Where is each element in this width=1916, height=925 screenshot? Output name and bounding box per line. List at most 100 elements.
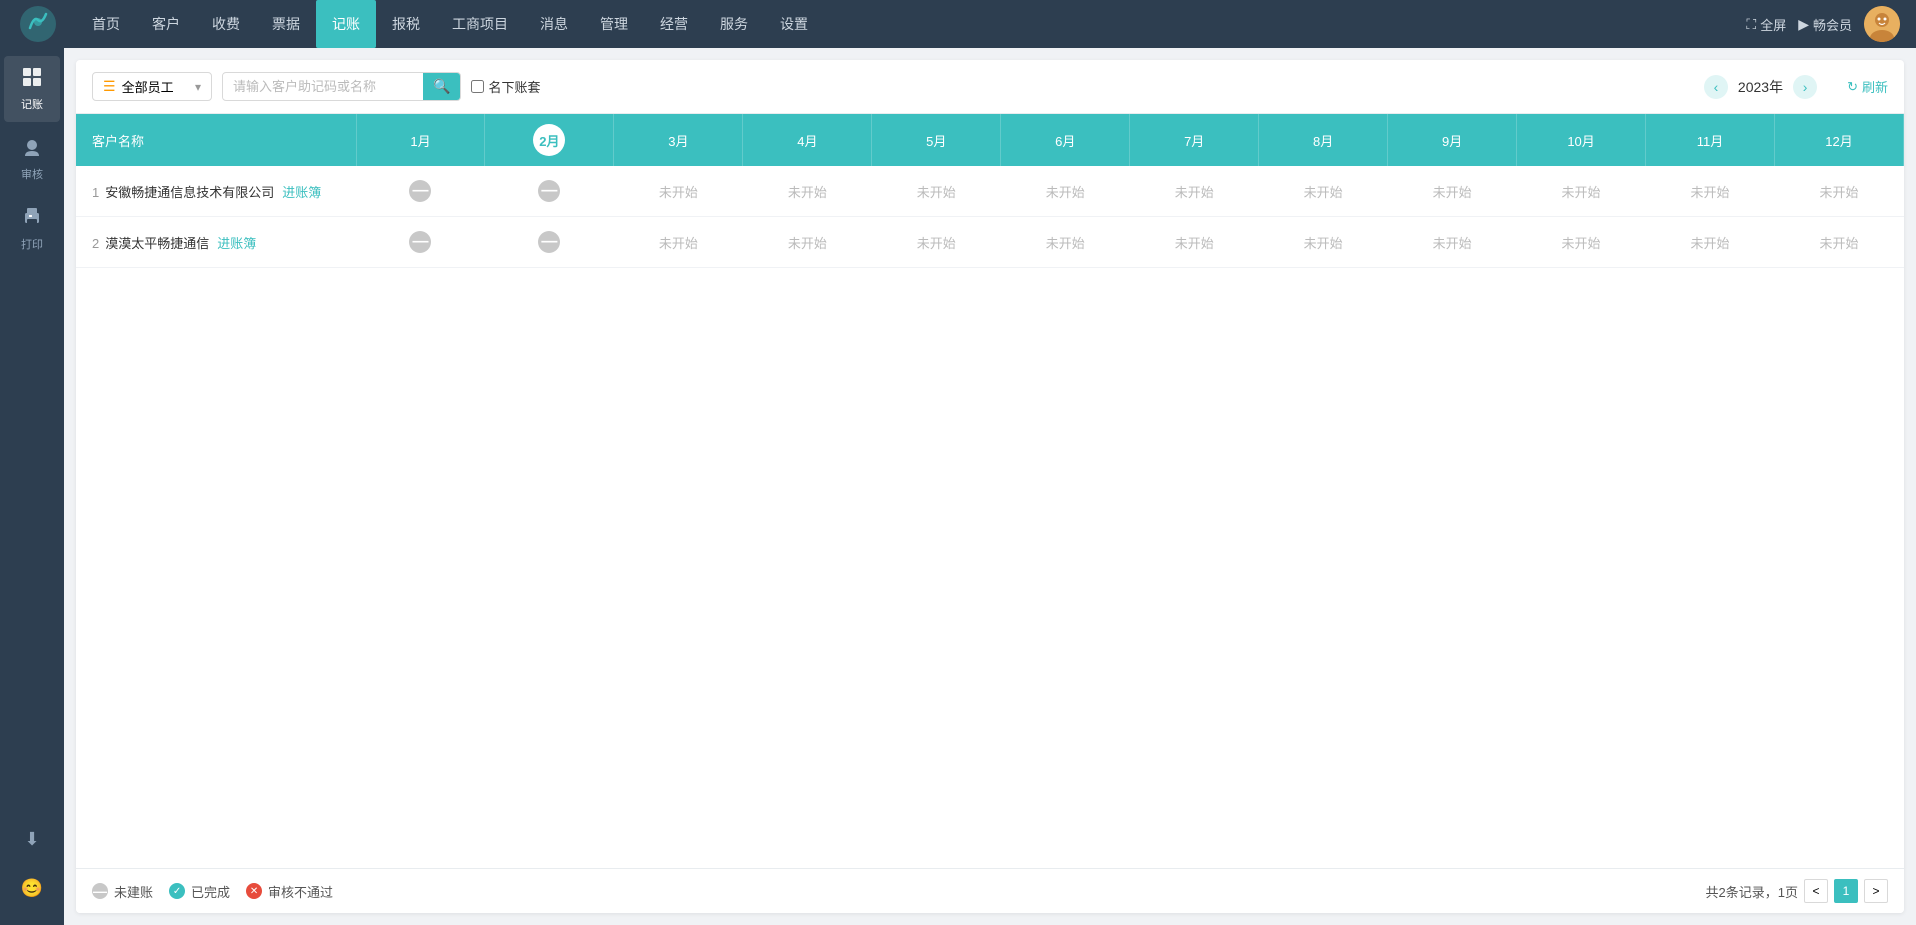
month-cell-8: 未开始: [1259, 166, 1388, 217]
col-header-aug: 8月: [1259, 114, 1388, 166]
col-header-may: 5月: [872, 114, 1001, 166]
nav-settings[interactable]: 设置: [764, 0, 824, 48]
month-cell-5: 未开始: [872, 217, 1001, 268]
prev-year-button[interactable]: ‹: [1704, 75, 1728, 99]
month-cell-6: 未开始: [1001, 217, 1130, 268]
nav-message[interactable]: 消息: [524, 0, 584, 48]
toolbar: ☰ 全部员工 ▾ 🔍 名下账套 ‹ 2023年 ›: [76, 60, 1904, 114]
month-cell-8: 未开始: [1259, 217, 1388, 268]
nav-service[interactable]: 服务: [704, 0, 764, 48]
nav-home[interactable]: 首页: [76, 0, 136, 48]
nav-tax[interactable]: 报税: [376, 0, 436, 48]
status-not-started: 未开始: [788, 236, 827, 251]
col-header-sep: 9月: [1388, 114, 1517, 166]
status-not-started: 未开始: [1175, 236, 1214, 251]
account-icon: [21, 66, 43, 92]
col-header-jun: 6月: [1001, 114, 1130, 166]
month-cell-2[interactable]: —: [485, 217, 614, 268]
table-row: 2漠漠太平畅捷通信进账簿——未开始未开始未开始未开始未开始未开始未开始未开始未开…: [76, 217, 1904, 268]
refresh-button[interactable]: ↻ 刷新: [1847, 77, 1888, 96]
legend-completed: ✓ 已完成: [169, 882, 230, 901]
status-dash: —: [538, 231, 560, 253]
status-not-started: 未开始: [1175, 185, 1214, 200]
nav-business[interactable]: 工商项目: [436, 0, 524, 48]
page-1-button[interactable]: 1: [1834, 879, 1858, 903]
status-not-started: 未开始: [659, 236, 698, 251]
status-not-started: 未开始: [1304, 185, 1343, 200]
fullscreen-btn[interactable]: ⛶ 全屏: [1746, 15, 1786, 34]
legend-not-started: — 未建账: [92, 882, 153, 901]
status-not-started: 未开始: [1304, 236, 1343, 251]
month-cell-2[interactable]: —: [485, 166, 614, 217]
enter-ledger-link[interactable]: 进账簿: [282, 185, 321, 200]
status-not-started: 未开始: [917, 236, 956, 251]
status-not-started: 未开始: [1046, 236, 1085, 251]
logo: [8, 6, 68, 42]
fullscreen-icon: ⛶: [1746, 16, 1756, 33]
sidebar-download[interactable]: ⬇: [4, 819, 60, 860]
employee-select[interactable]: ☰ 全部员工 ▾: [92, 72, 212, 101]
pagination: 共2条记录，1页 < 1 >: [1706, 879, 1888, 903]
sidebar-item-review[interactable]: 审核: [4, 126, 60, 192]
content-area: ☰ 全部员工 ▾ 🔍 名下账套 ‹ 2023年 ›: [64, 48, 1916, 925]
next-year-button[interactable]: ›: [1793, 75, 1817, 99]
user-circle-icon: 😊: [21, 878, 43, 899]
status-dash: —: [409, 231, 431, 253]
table-footer: — 未建账 ✓ 已完成 ✕ 审核不通过 共2条记录，1页 < 1 >: [76, 868, 1904, 913]
sidebar: 记账 审核 打印 ⬇: [0, 48, 64, 925]
enter-ledger-link[interactable]: 进账簿: [217, 236, 256, 251]
status-not-started: 未开始: [1691, 236, 1730, 251]
month-cell-4: 未开始: [743, 217, 872, 268]
status-not-started: 未开始: [1691, 185, 1730, 200]
month-cell-11: 未开始: [1646, 217, 1775, 268]
legend-rejected-label: 审核不通过: [268, 882, 333, 901]
employee-select-icon: ☰: [103, 78, 116, 95]
month-cell-4: 未开始: [743, 166, 872, 217]
month-cell-1[interactable]: —: [356, 217, 485, 268]
month-cell-12: 未开始: [1774, 166, 1903, 217]
month-cell-12: 未开始: [1774, 217, 1903, 268]
status-not-started: 未开始: [1562, 236, 1601, 251]
top-nav: 首页 客户 收费 票据 记账 报税 工商项目 消息 管理 经营 服务 设置 ⛶ …: [0, 0, 1916, 48]
legend-completed-label: 已完成: [191, 882, 230, 901]
row-num: 2: [92, 236, 99, 251]
sidebar-item-print[interactable]: 打印: [4, 196, 60, 262]
month-cell-3: 未开始: [614, 217, 743, 268]
col-header-jan: 1月: [356, 114, 485, 166]
sidebar-print-label: 打印: [21, 236, 43, 252]
prev-page-button[interactable]: <: [1804, 879, 1828, 903]
status-not-started: 未开始: [1819, 185, 1858, 200]
col-header-mar: 3月: [614, 114, 743, 166]
table-row: 1 安徽畅捷通信息技术有限公司进账簿 —— 未开始 未开始 未开始 未开始 未开始 未开始 未开始…: [76, 166, 1904, 217]
nav-account[interactable]: 记账: [316, 0, 376, 48]
month-cell-9: 未开始: [1388, 166, 1517, 217]
my-accounts-checkbox[interactable]: [471, 80, 484, 93]
sidebar-user-circle[interactable]: 😊: [4, 868, 60, 909]
nav-invoice[interactable]: 票据: [256, 0, 316, 48]
search-button[interactable]: 🔍: [423, 73, 460, 100]
legend-red-dot: ✕: [246, 883, 262, 899]
nav-manage[interactable]: 管理: [584, 0, 644, 48]
month-cell-7: 未开始: [1130, 217, 1259, 268]
legend-gray-dot: —: [92, 883, 108, 899]
member-icon: ▶: [1798, 16, 1809, 33]
my-accounts-checkbox-label[interactable]: 名下账套: [471, 77, 540, 96]
customer-name: 安徽畅捷通信息技术有限公司: [105, 185, 274, 200]
nav-charge[interactable]: 收费: [196, 0, 256, 48]
user-avatar[interactable]: [1864, 6, 1900, 42]
sidebar-item-account[interactable]: 记账: [4, 56, 60, 122]
refresh-icon: ↻: [1847, 79, 1858, 95]
review-icon: [21, 136, 43, 162]
member-btn[interactable]: ▶ 畅会员: [1798, 15, 1852, 34]
nav-customer[interactable]: 客户: [136, 0, 196, 48]
year-nav: ‹ 2023年 ›: [1704, 75, 1817, 99]
search-input[interactable]: [223, 74, 423, 99]
month-cell-3: 未开始: [614, 166, 743, 217]
next-page-button[interactable]: >: [1864, 879, 1888, 903]
nav-operation[interactable]: 经营: [644, 0, 704, 48]
row-num: 1: [92, 185, 99, 200]
month-cell-1[interactable]: —: [356, 166, 485, 217]
status-not-started: 未开始: [659, 185, 698, 200]
status-not-started: 未开始: [1433, 236, 1472, 251]
print-icon: [21, 206, 43, 232]
